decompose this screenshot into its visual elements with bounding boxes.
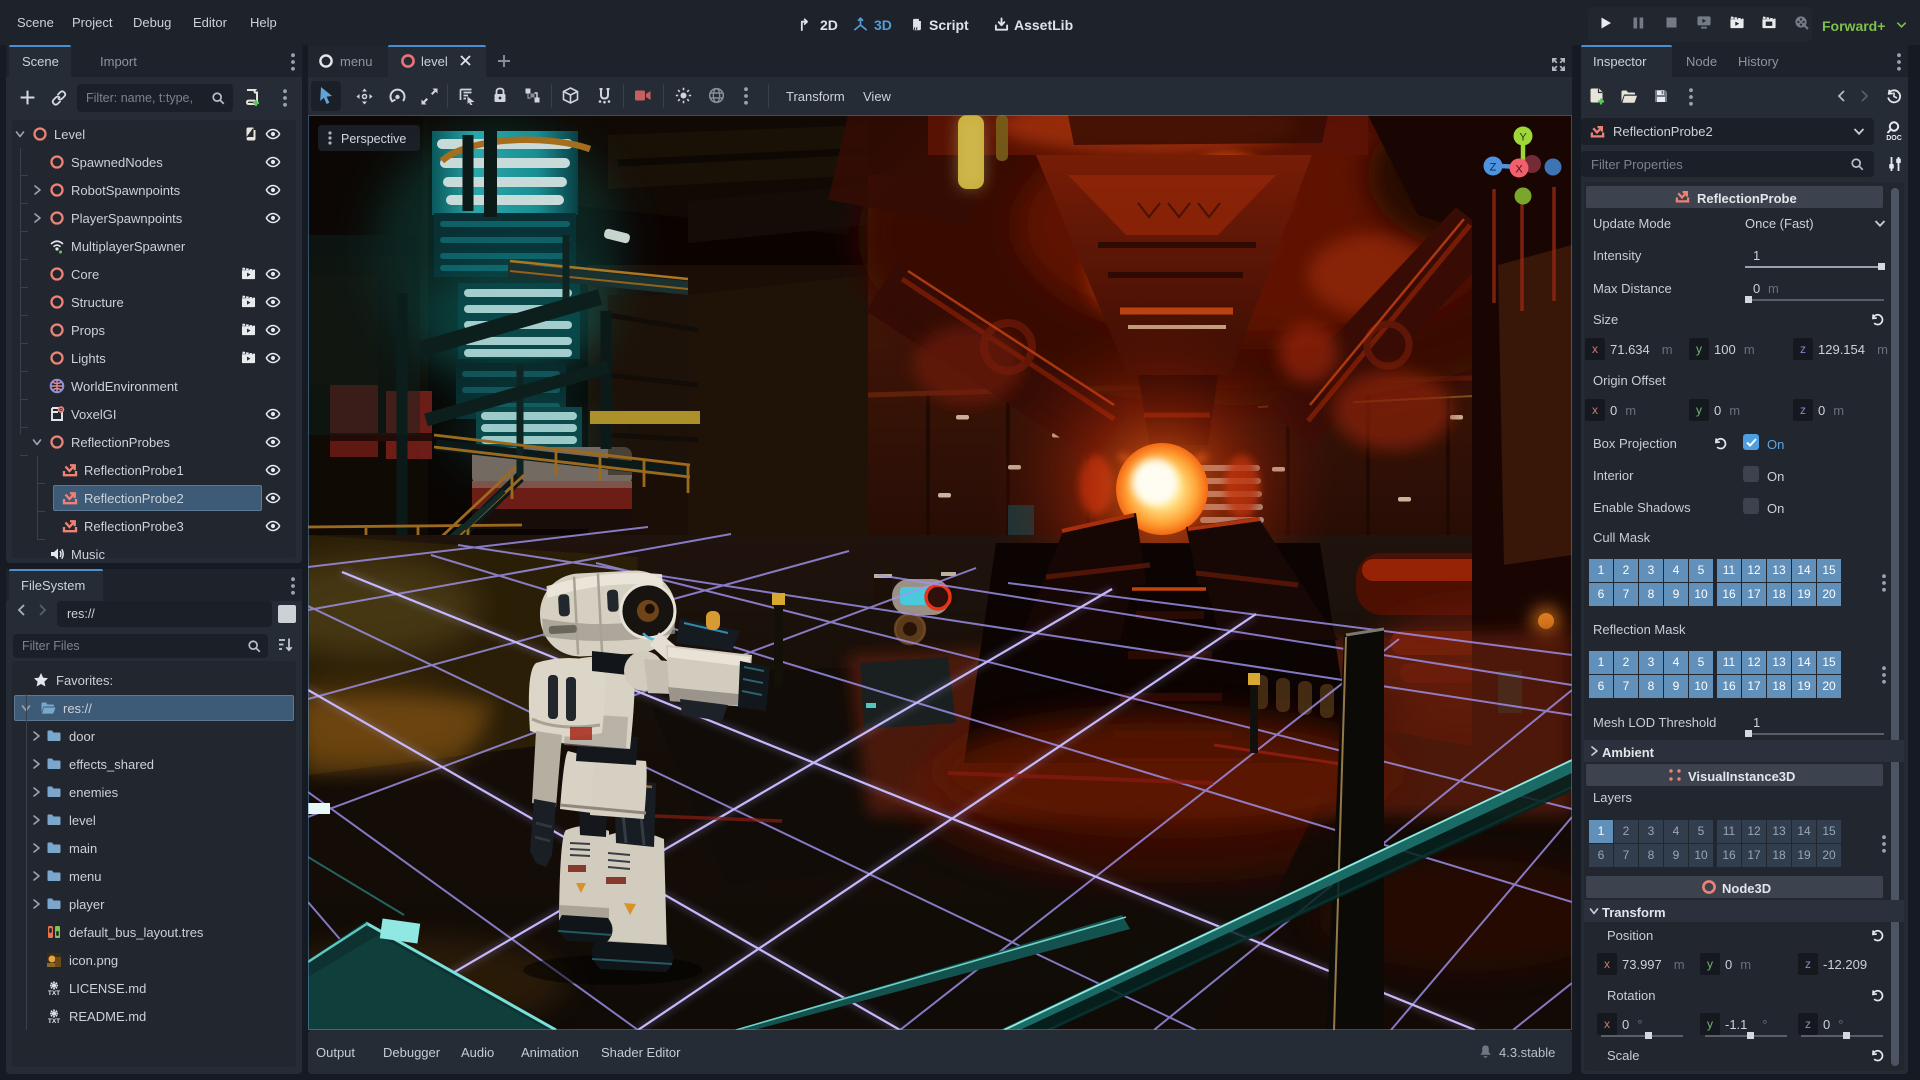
svg-text:Perspective: Perspective — [341, 132, 406, 146]
svg-text:DOC: DOC — [1886, 135, 1902, 142]
svg-text:TXT: TXT — [48, 990, 60, 996]
svg-text:TXT: TXT — [48, 1018, 60, 1024]
svg-text:X: X — [1515, 164, 1523, 176]
svg-text:Y: Y — [1519, 132, 1527, 144]
svg-text:Z: Z — [1490, 162, 1497, 174]
